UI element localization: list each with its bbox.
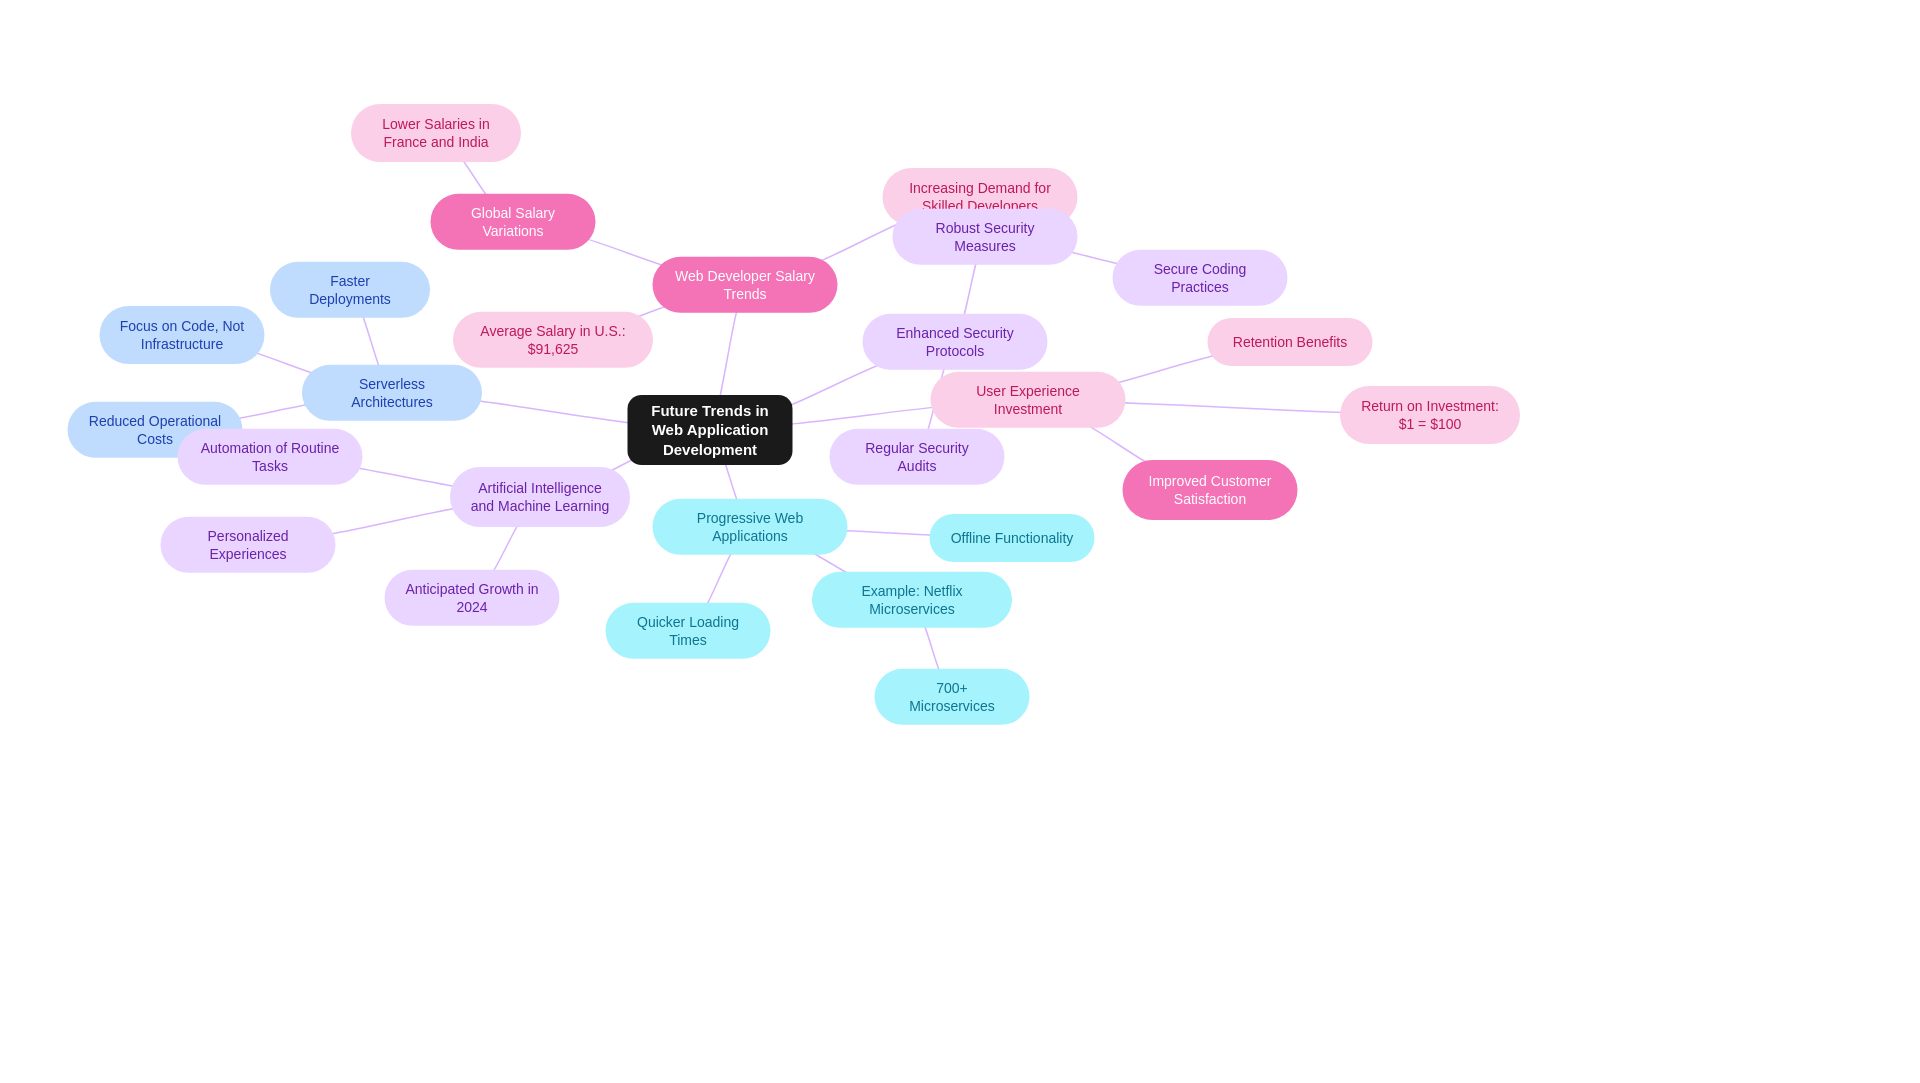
node-focus_code[interactable]: Focus on Code, Not Infrastructure	[100, 306, 265, 364]
node-offline[interactable]: Offline Functionality	[930, 514, 1095, 562]
node-robust[interactable]: Robust Security Measures	[893, 209, 1078, 265]
node-quicker_loading[interactable]: Quicker Loading Times	[606, 603, 771, 659]
node-ux_invest[interactable]: User Experience Investment	[931, 372, 1126, 428]
node-retention[interactable]: Retention Benefits	[1208, 318, 1373, 366]
node-anticipated[interactable]: Anticipated Growth in 2024	[385, 570, 560, 626]
node-faster_deploy[interactable]: Faster Deployments	[270, 262, 430, 318]
node-secure_coding[interactable]: Secure Coding Practices	[1113, 250, 1288, 306]
node-regular_audits[interactable]: Regular Security Audits	[830, 429, 1005, 485]
node-center[interactable]: Future Trends in Web Application Develop…	[628, 395, 793, 465]
node-security[interactable]: Enhanced Security Protocols	[863, 314, 1048, 370]
node-roi[interactable]: Return on Investment: $1 = $100	[1340, 386, 1520, 444]
node-pwa[interactable]: Progressive Web Applications	[653, 499, 848, 555]
node-microservices[interactable]: 700+ Microservices	[875, 669, 1030, 725]
node-improved_csat[interactable]: Improved Customer Satisfaction	[1123, 460, 1298, 520]
node-netflix[interactable]: Example: Netflix Microservices	[812, 572, 1012, 628]
node-automation[interactable]: Automation of Routine Tasks	[178, 429, 363, 485]
node-personalized[interactable]: Personalized Experiences	[161, 517, 336, 573]
node-global_salary[interactable]: Global Salary Variations	[431, 194, 596, 250]
node-ai_ml[interactable]: Artificial Intelligence and Machine Lear…	[450, 467, 630, 527]
node-serverless[interactable]: Serverless Architectures	[302, 365, 482, 421]
mindmap-container: Future Trends in Web Application Develop…	[0, 0, 1920, 1083]
node-avg_salary[interactable]: Average Salary in U.S.: $91,625	[453, 312, 653, 368]
node-lower_salaries[interactable]: Lower Salaries in France and India	[351, 104, 521, 162]
node-salary_trends[interactable]: Web Developer Salary Trends	[653, 257, 838, 313]
